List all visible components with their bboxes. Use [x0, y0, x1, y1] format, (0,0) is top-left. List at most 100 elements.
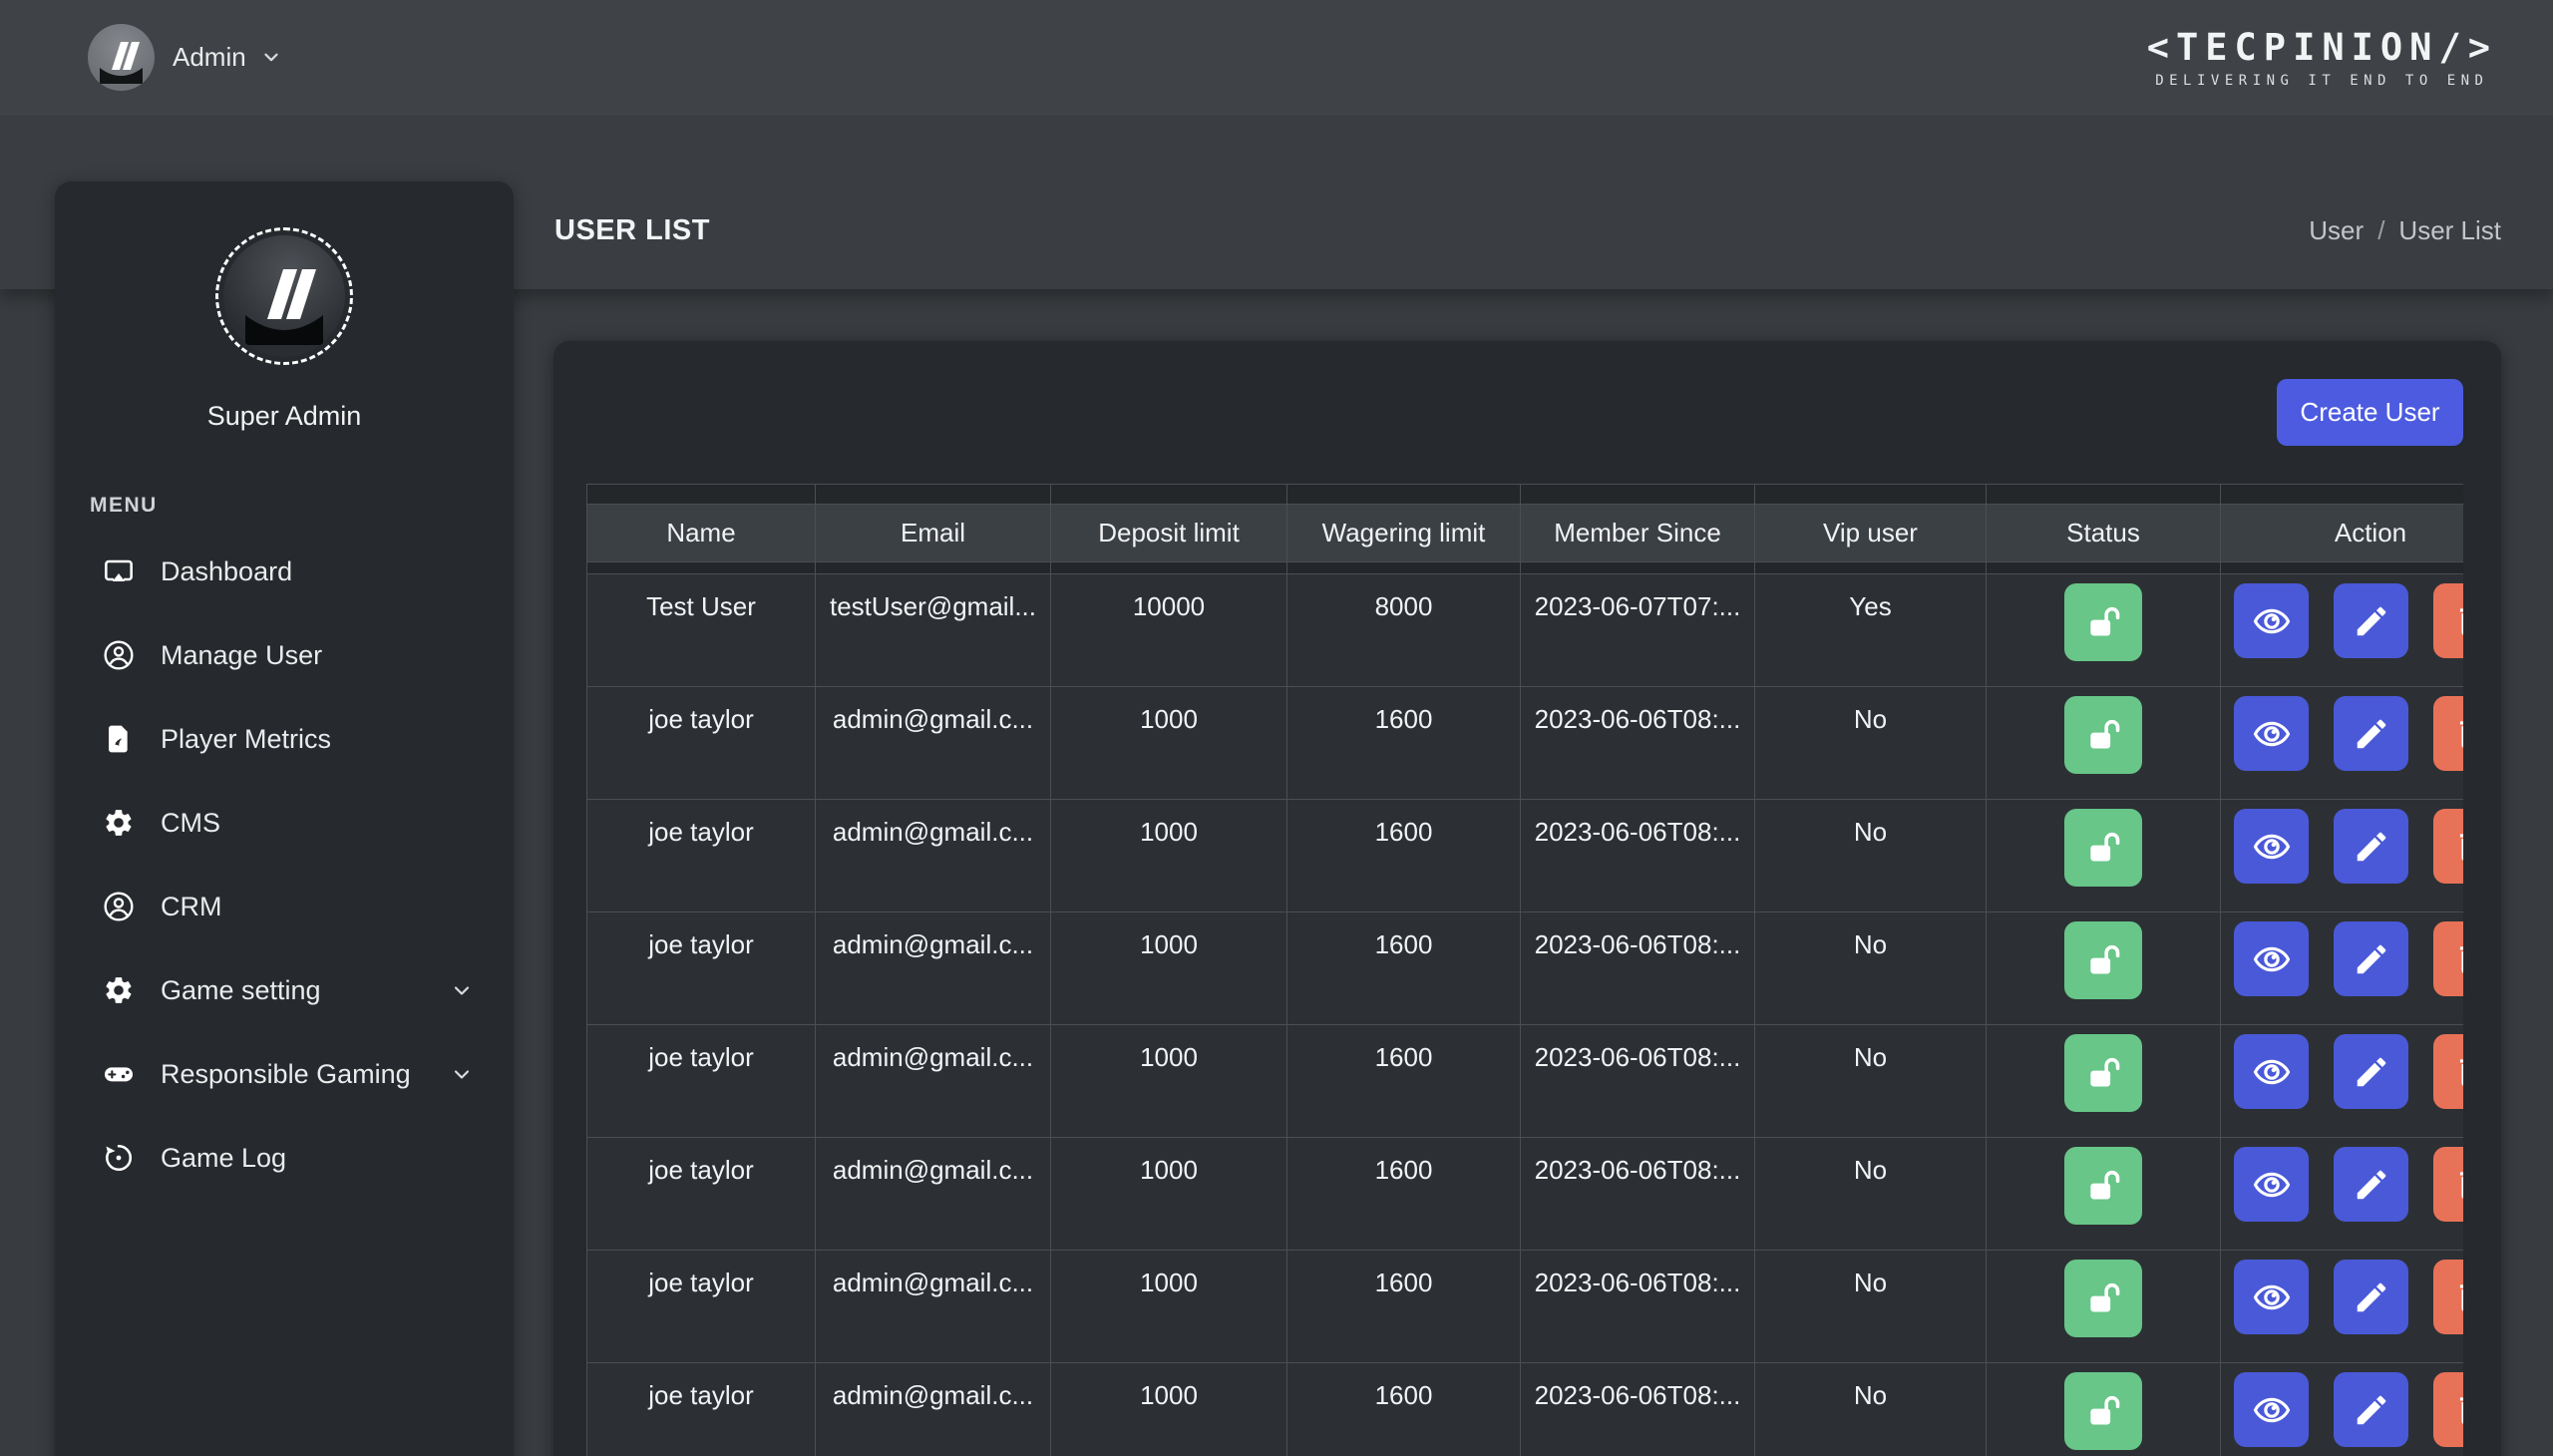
breadcrumb-separator: /: [2377, 214, 2385, 245]
column-header-vip-user: Vip user: [1754, 504, 1987, 562]
delete-button[interactable]: [2433, 1372, 2463, 1447]
cell-action: [2220, 686, 2463, 800]
cell-vip-user: No: [1754, 1024, 1987, 1138]
status-unlock-button[interactable]: [2064, 1372, 2142, 1450]
cell-name: joe taylor: [586, 799, 816, 912]
view-button[interactable]: [2234, 809, 2309, 884]
brand-avatar: [88, 23, 155, 91]
trash-icon: [2452, 715, 2463, 753]
table-row: joe taylor admin@gmail.c... 1000 1600 20…: [586, 1250, 2463, 1363]
view-button[interactable]: [2234, 583, 2309, 658]
gear-icon: [103, 974, 135, 1006]
view-button[interactable]: [2234, 1260, 2309, 1334]
status-unlock-button[interactable]: [2064, 583, 2142, 661]
table-row: Test User testUser@gmail... 10000 8000 2…: [586, 573, 2463, 687]
sidebar-item-crm[interactable]: CRM: [55, 865, 514, 948]
breadcrumb-link-user[interactable]: User: [2309, 215, 2364, 246]
sidebar-item-player-metrics[interactable]: Player Metrics: [55, 697, 514, 781]
edit-button[interactable]: [2334, 809, 2409, 884]
status-unlock-button[interactable]: [2064, 1034, 2142, 1112]
table-row: joe taylor admin@gmail.c... 1000 1600 20…: [586, 799, 2463, 912]
gamepad-icon: [103, 1058, 135, 1090]
profile-avatar[interactable]: [215, 227, 353, 365]
sidebar-item-game-log[interactable]: Game Log: [55, 1116, 514, 1200]
edit-button[interactable]: [2334, 583, 2409, 658]
cell-action: [2220, 1137, 2463, 1251]
history-icon: [103, 1142, 135, 1174]
cell-status: [1986, 573, 2221, 687]
edit-button[interactable]: [2334, 1034, 2409, 1109]
cell-status: [1986, 686, 2221, 800]
delete-button[interactable]: [2433, 583, 2463, 658]
cell-name: Test User: [586, 573, 816, 687]
chevron-down-icon: [260, 46, 282, 68]
column-header-action: Action: [2220, 504, 2463, 562]
cell-wagering-limit: 1600: [1286, 1362, 1521, 1456]
delete-button[interactable]: [2433, 1034, 2463, 1109]
create-user-button[interactable]: Create User: [2277, 379, 2463, 446]
edit-button[interactable]: [2334, 921, 2409, 996]
status-unlock-button[interactable]: [2064, 696, 2142, 774]
sidebar-item-responsible-gaming[interactable]: Responsible Gaming: [55, 1032, 514, 1116]
trash-icon: [2452, 940, 2463, 978]
pencil-icon: [2353, 715, 2390, 753]
table-row: joe taylor admin@gmail.c... 1000 1600 20…: [586, 1024, 2463, 1138]
eye-icon: [2252, 827, 2292, 867]
status-unlock-button[interactable]: [2064, 1260, 2142, 1337]
cell-deposit-limit: 1000: [1050, 1362, 1287, 1456]
cell-email: admin@gmail.c...: [815, 1362, 1051, 1456]
sidebar-item-dashboard[interactable]: Dashboard: [55, 530, 514, 613]
cell-email: admin@gmail.c...: [815, 1250, 1051, 1363]
cell-email: admin@gmail.c...: [815, 911, 1051, 1025]
gear-icon: [103, 807, 135, 839]
table-spacer-row: [586, 561, 2463, 574]
admin-dropdown[interactable]: Admin: [173, 42, 282, 73]
edit-button[interactable]: [2334, 696, 2409, 771]
eye-icon: [2252, 714, 2292, 754]
cell-vip-user: Yes: [1754, 573, 1987, 687]
cell-action: [2220, 911, 2463, 1025]
column-header-status: Status: [1986, 504, 2221, 562]
brand-tagline: DELIVERING IT END TO END: [2155, 72, 2489, 89]
cell-status: [1986, 799, 2221, 912]
edit-button[interactable]: [2334, 1147, 2409, 1222]
cell-member-since: 2023-06-06T08:...: [1520, 686, 1755, 800]
profile-name: Super Admin: [206, 401, 362, 431]
cell-name: joe taylor: [586, 911, 816, 1025]
pdf-file-icon: [103, 723, 135, 755]
cell-email: admin@gmail.c...: [815, 1137, 1051, 1251]
status-unlock-button[interactable]: [2064, 921, 2142, 999]
user-table: Name Email Deposit limit Wagering limit …: [586, 484, 2463, 1456]
cell-vip-user: No: [1754, 799, 1987, 912]
sidebar-item-label: Game setting: [161, 974, 321, 1005]
chevron-down-icon: [450, 1062, 474, 1086]
delete-button[interactable]: [2433, 809, 2463, 884]
edit-button[interactable]: [2334, 1372, 2409, 1447]
sidebar-item-game-setting[interactable]: Game setting: [55, 948, 514, 1032]
status-unlock-button[interactable]: [2064, 809, 2142, 887]
dashboard-cast-icon: [103, 555, 135, 587]
cell-action: [2220, 1024, 2463, 1138]
cell-name: joe taylor: [586, 1362, 816, 1456]
pencil-icon: [2353, 1278, 2390, 1316]
sidebar: Super Admin MENU Dashboard Manage User P…: [55, 182, 514, 1456]
view-button[interactable]: [2234, 696, 2309, 771]
cell-member-since: 2023-06-07T07:...: [1520, 573, 1755, 687]
cell-deposit-limit: 1000: [1050, 911, 1287, 1025]
trash-icon: [2452, 602, 2463, 640]
delete-button[interactable]: [2433, 1147, 2463, 1222]
status-unlock-button[interactable]: [2064, 1147, 2142, 1225]
view-button[interactable]: [2234, 921, 2309, 996]
view-button[interactable]: [2234, 1147, 2309, 1222]
cell-wagering-limit: 1600: [1286, 799, 1521, 912]
sidebar-item-cms[interactable]: CMS: [55, 781, 514, 865]
delete-button[interactable]: [2433, 1260, 2463, 1334]
delete-button[interactable]: [2433, 921, 2463, 996]
pencil-icon: [2353, 1391, 2390, 1429]
sidebar-item-manage-user[interactable]: Manage User: [55, 613, 514, 697]
delete-button[interactable]: [2433, 696, 2463, 771]
edit-button[interactable]: [2334, 1260, 2409, 1334]
view-button[interactable]: [2234, 1372, 2309, 1447]
cell-email: testUser@gmail...: [815, 573, 1051, 687]
view-button[interactable]: [2234, 1034, 2309, 1109]
